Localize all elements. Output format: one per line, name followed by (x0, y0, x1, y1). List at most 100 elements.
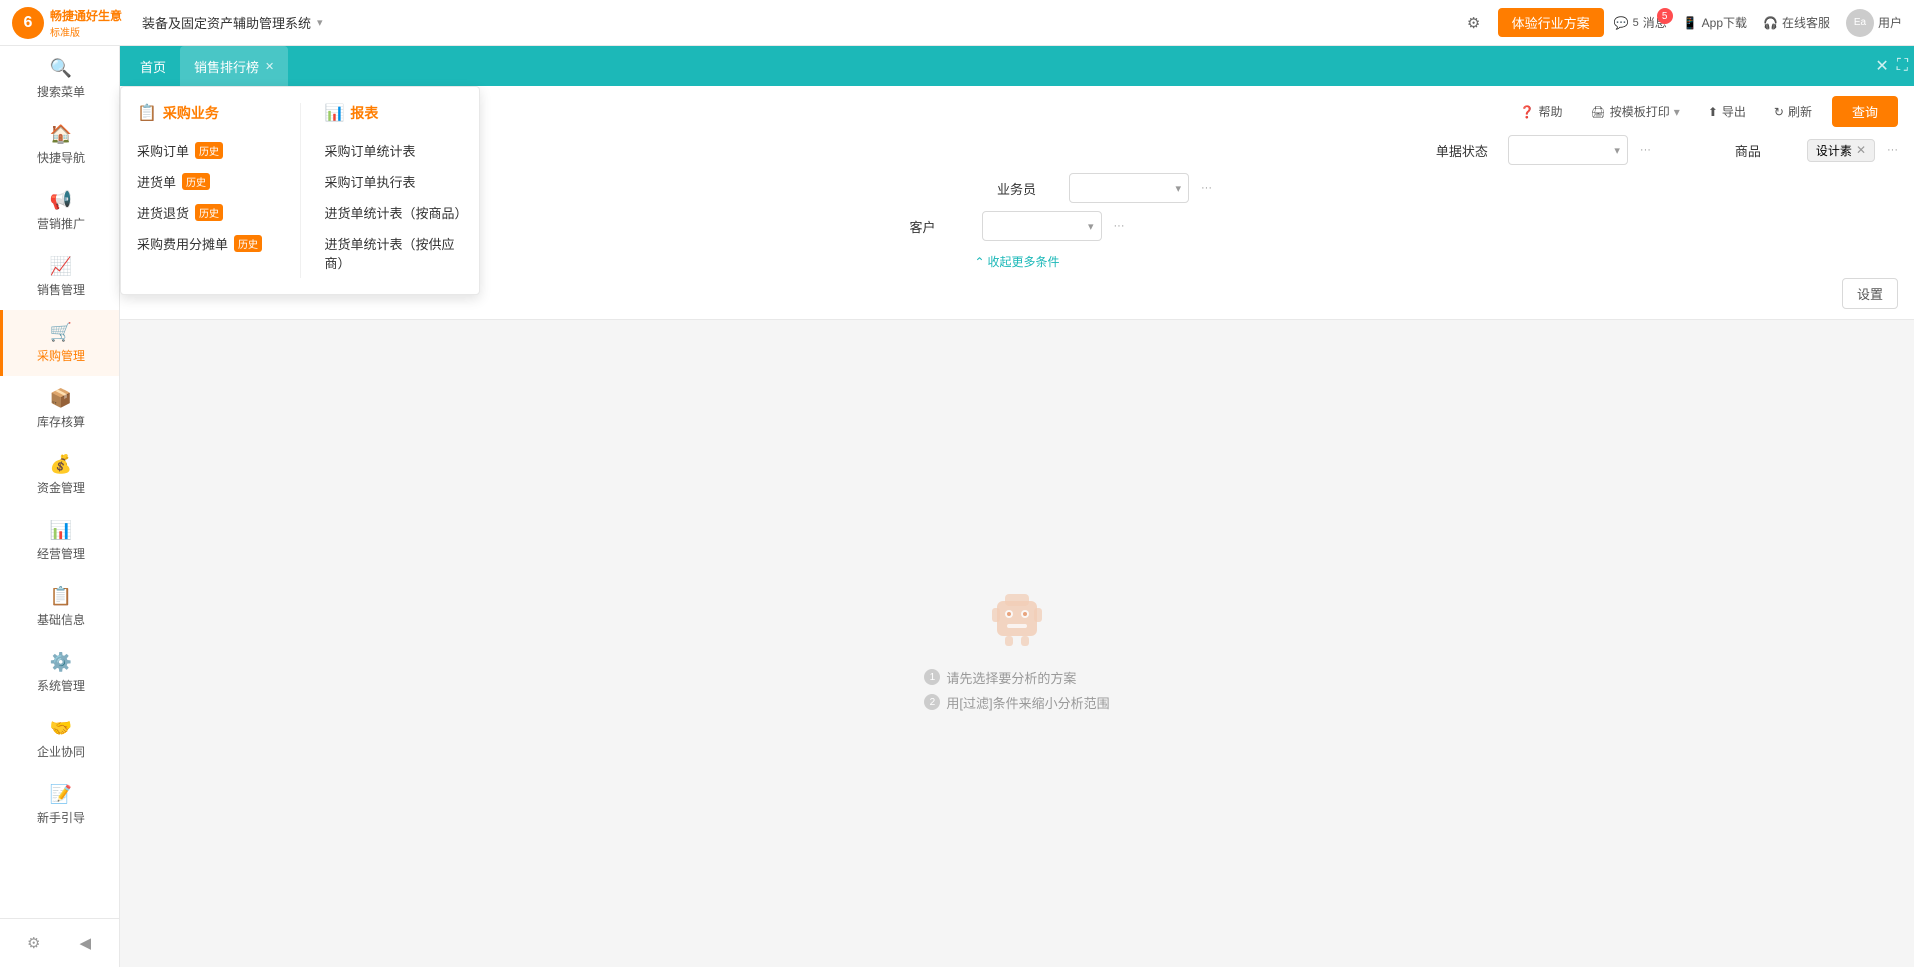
sidebar-item-marketing[interactable]: 📢 营销推广 (0, 178, 119, 244)
history-badge-2[interactable]: 历史 (195, 204, 223, 221)
system-title: 装备及固定资产辅助管理系统 ▾ (142, 13, 1450, 32)
notification-item[interactable]: 💬 5 5 消息 (1614, 14, 1667, 31)
collapse-btn[interactable]: ⌃ 收起更多条件 (974, 253, 1059, 270)
customer-more-btn[interactable]: ··· (1114, 220, 1125, 232)
tab-maximize-btn[interactable]: ⛶ (1897, 57, 1908, 75)
online-service-item[interactable]: 🎧 在线客服 (1763, 14, 1830, 31)
home-icon: 🏠 (50, 124, 72, 145)
inventory-icon: 📦 (50, 388, 72, 409)
sidebar-item-nav[interactable]: 🏠 快捷导航 (0, 112, 119, 178)
basic-icon: 📋 (50, 586, 72, 607)
tab-close-icon[interactable]: ✕ (265, 60, 274, 73)
export-btn[interactable]: ⬆ 导出 (1700, 99, 1754, 124)
menu-divider (300, 103, 301, 278)
history-badge-1[interactable]: 历史 (182, 173, 210, 190)
tab-home[interactable]: 首页 (126, 46, 180, 86)
system-icon: ⚙️ (50, 652, 72, 673)
menu-item-report-2[interactable]: 进货单统计表（按商品） (325, 197, 464, 228)
sidebar-item-collab[interactable]: 🤝 企业协同 (0, 706, 119, 772)
sidebar-item-search[interactable]: 🔍 搜索菜单 (0, 46, 119, 112)
goods-tag: 设计素 ✕ (1807, 139, 1875, 162)
menu-item-purchase-receipt[interactable]: 进货单 历史 (137, 166, 276, 197)
menu-item-purchase-order[interactable]: 采购订单 历史 (137, 135, 276, 166)
menu-report-column: 📊 报表 采购订单统计表 采购订单执行表 进货单统计表（按商品） 进货单统计表（… (325, 103, 464, 278)
purchase-icon: 🛒 (50, 322, 72, 343)
app-download-item[interactable]: 📱 App下载 (1683, 14, 1747, 31)
tab-close-window-btn[interactable]: ✕ (1875, 56, 1888, 76)
menu-item-report-3[interactable]: 进货单统计表（按供应商） (325, 228, 464, 278)
system-title-arrow[interactable]: ▾ (317, 16, 323, 29)
headset-icon: 🎧 (1763, 16, 1778, 30)
refresh-btn[interactable]: ↻ 刷新 (1766, 99, 1820, 124)
top-header: 6 畅捷通好生意 标准版 装备及固定资产辅助管理系统 ▾ ⚙ 体验行业方案 💬 … (0, 0, 1914, 46)
operations-icon: 📊 (50, 520, 72, 541)
salesman-more-btn[interactable]: ··· (1201, 182, 1212, 194)
search-icon: 🔍 (50, 58, 72, 79)
sidebar-item-inventory[interactable]: 📦 库存核算 (0, 376, 119, 442)
finance-icon: 💰 (50, 454, 72, 475)
settings-row-btn[interactable]: 设置 (1842, 278, 1898, 309)
menu-purchase-column: 📋 采购业务 采购订单 历史 进货单 历史 进货退货 历史 采购费用分摊单 历史 (137, 103, 276, 278)
print-btn[interactable]: 🖨 按模板打印 ▾ (1583, 99, 1688, 124)
tip-num-2: 2 (924, 694, 940, 710)
sidebar-item-basic[interactable]: 📋 基础信息 (0, 574, 119, 640)
sidebar-item-system[interactable]: ⚙️ 系统管理 (0, 640, 119, 706)
logo-text: 畅捷通好生意 标准版 (50, 7, 122, 39)
dropdown-menu: 📋 采购业务 采购订单 历史 进货单 历史 进货退货 历史 采购费用分摊单 历史… (120, 86, 480, 295)
goods-tag-close[interactable]: ✕ (1856, 143, 1866, 157)
customer-select[interactable] (982, 211, 1102, 241)
trial-btn[interactable]: 体验行业方案 (1498, 8, 1604, 37)
report-column-icon: 📊 (325, 103, 345, 123)
order-status-more-btn[interactable]: ··· (1640, 144, 1651, 156)
help-btn[interactable]: ❓ 帮助 (1512, 99, 1571, 124)
menu-item-purchase-return[interactable]: 进货退货 历史 (137, 197, 276, 228)
menu-item-report-1[interactable]: 采购订单执行表 (325, 166, 464, 197)
goods-label: 商品 (1735, 141, 1795, 160)
sidebar-settings-btn[interactable]: ⚙ (18, 927, 50, 959)
logo-icon: 6 (12, 7, 44, 39)
sidebar-item-operations[interactable]: 📊 经营管理 (0, 508, 119, 574)
user-item[interactable]: Ea 用户 (1846, 9, 1902, 37)
menu-item-report-0[interactable]: 采购订单统计表 (325, 135, 464, 166)
query-btn[interactable]: 查询 (1832, 96, 1898, 127)
salesman-select[interactable] (1069, 173, 1189, 203)
purchase-column-icon: 📋 (137, 103, 157, 123)
order-status-select-wrap (1508, 135, 1628, 165)
salesman-label: 业务员 (997, 179, 1057, 198)
export-icon: ⬆ (1708, 105, 1718, 119)
customer-select-wrap (982, 211, 1102, 241)
notification-badge: 5 (1657, 8, 1673, 24)
tab-bar: 首页 销售排行榜 ✕ ✕ ⛶ (120, 46, 1914, 86)
print-dropdown-icon[interactable]: ▾ (1674, 105, 1680, 119)
sidebar-collapse-btn[interactable]: ◀ (69, 927, 101, 959)
sidebar-item-sales[interactable]: 📈 销售管理 (0, 244, 119, 310)
sidebar-item-purchase[interactable]: 🛒 采购管理 (0, 310, 119, 376)
purchase-column-title: 📋 采购业务 (137, 103, 276, 123)
history-badge-3[interactable]: 历史 (234, 235, 262, 252)
print-icon: 🖨 (1591, 105, 1606, 119)
goods-more-btn[interactable]: ··· (1887, 144, 1898, 156)
history-badge-0[interactable]: 历史 (195, 142, 223, 159)
sidebar-item-finance[interactable]: 💰 资金管理 (0, 442, 119, 508)
order-status-select[interactable] (1508, 135, 1628, 165)
notification-icon: 💬 (1614, 16, 1629, 30)
tab-bar-right: ✕ ⛶ (1875, 56, 1908, 76)
avatar: Ea (1846, 9, 1874, 37)
header-right: 💬 5 5 消息 📱 App下载 🎧 在线客服 Ea 用户 (1614, 9, 1902, 37)
sidebar-item-guide[interactable]: 📝 新手引导 (0, 772, 119, 838)
empty-tips: 1 请先选择要分析的方案 2 用[过滤]条件来缩小分析范围 (924, 668, 1109, 712)
collapse-chevron-icon: ⌃ (974, 255, 984, 269)
empty-state-icon (977, 576, 1057, 656)
menu-item-purchase-expense[interactable]: 采购费用分摊单 历史 (137, 228, 276, 259)
tab-sales-rank[interactable]: 销售排行榜 ✕ (180, 46, 288, 86)
collab-icon: 🤝 (50, 718, 72, 739)
refresh-icon: ↻ (1774, 105, 1784, 119)
order-status-label: 单据状态 (1436, 141, 1496, 160)
sales-icon: 📈 (50, 256, 72, 277)
report-column-title: 📊 报表 (325, 103, 464, 123)
help-icon: ❓ (1520, 105, 1535, 119)
guide-icon: 📝 (50, 784, 72, 805)
phone-icon: 📱 (1683, 16, 1698, 30)
empty-tip-1: 1 请先选择要分析的方案 (924, 668, 1109, 687)
system-settings-icon[interactable]: ⚙ (1460, 9, 1488, 37)
